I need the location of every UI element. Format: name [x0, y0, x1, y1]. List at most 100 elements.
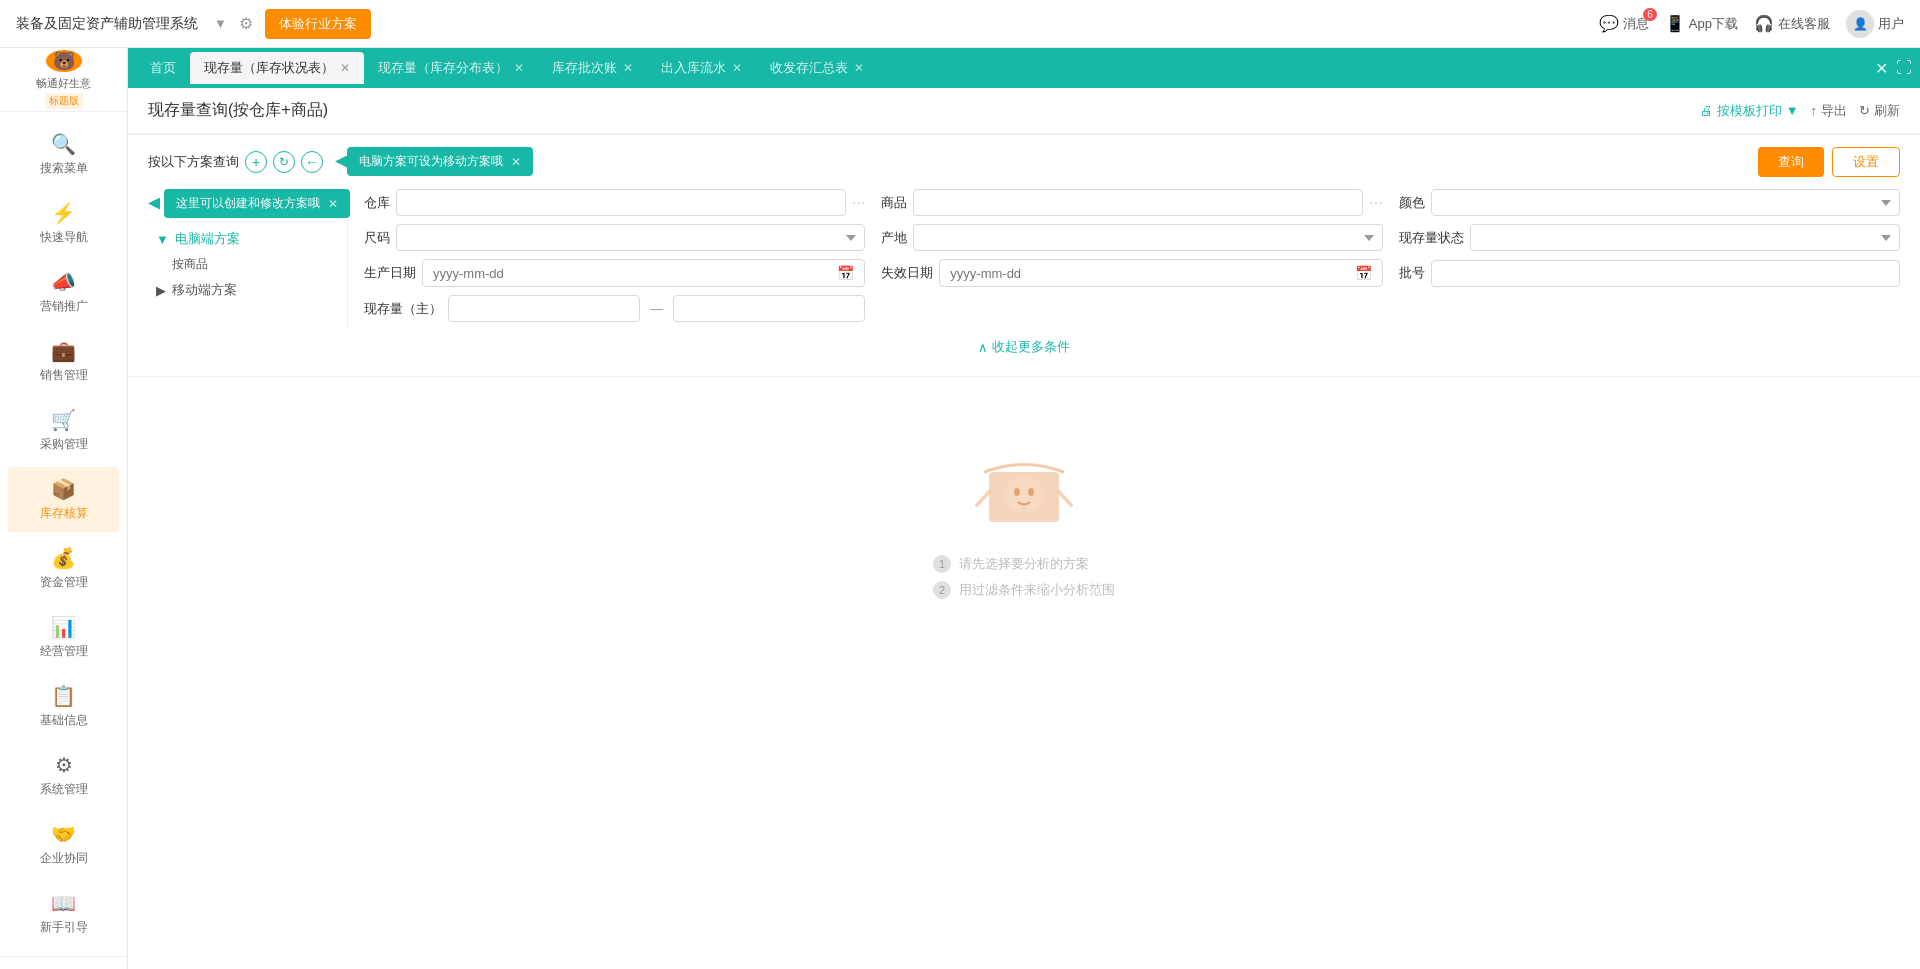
color-label: 颜色 — [1399, 194, 1425, 212]
expiry-date-calendar-icon[interactable]: 📅 — [1355, 265, 1372, 281]
sidebar-bottom: ⚙ ◀ — [0, 956, 127, 969]
tooltip2-box: 这里可以创建和修改方案哦 ✕ — [164, 189, 350, 218]
sidebar-item-guide[interactable]: 📖 新手引导 — [8, 881, 119, 946]
sidebar-item-system[interactable]: ⚙ 系统管理 — [8, 743, 119, 808]
tooltip1-box: 电脑方案可设为移动方案哦 ✕ — [347, 147, 533, 176]
guide-icon: 📖 — [51, 891, 76, 915]
tab-expand-btn[interactable]: ⛶ — [1896, 59, 1912, 77]
mobile-arrow: ▶ — [156, 283, 166, 298]
stock-status-select[interactable] — [1470, 224, 1900, 251]
sidebar-item-inventory[interactable]: 📦 库存核算 — [8, 467, 119, 532]
stock-main-from[interactable] — [448, 295, 640, 322]
logo-tag: 标题版 — [45, 93, 83, 109]
export-btn[interactable]: ↑ 导出 — [1811, 102, 1848, 120]
tab-stock-status[interactable]: 现存量（库存状况表） ✕ — [190, 52, 364, 84]
sidebar-item-operations[interactable]: 📊 经营管理 — [8, 605, 119, 670]
support-label: 在线客服 — [1778, 15, 1830, 33]
tab-close-icon[interactable]: ✕ — [732, 61, 742, 75]
prod-date-calendar-icon[interactable]: 📅 — [837, 265, 854, 281]
filter-color: 颜色 — [1399, 189, 1900, 216]
tab-label: 现存量（库存分布表） — [378, 59, 508, 77]
message-action[interactable]: 💬 消息 6 — [1599, 14, 1649, 33]
sidebar-item-sales[interactable]: 💼 销售管理 — [8, 329, 119, 394]
warehouse-dots[interactable]: ··· — [852, 194, 865, 212]
support-action[interactable]: 🎧 在线客服 — [1754, 14, 1830, 33]
print-btn[interactable]: 🖨 按模板打印 ▼ — [1700, 102, 1799, 120]
message-badge: 6 — [1643, 8, 1657, 21]
tab-batch[interactable]: 库存批次账 ✕ — [538, 52, 647, 84]
size-select[interactable] — [396, 224, 865, 251]
sidebar-item-purchase[interactable]: 🛒 采购管理 — [8, 398, 119, 463]
empty-illustration — [969, 437, 1079, 527]
goods-label: 商品 — [881, 194, 907, 212]
tab-label: 出入库流水 — [661, 59, 726, 77]
filter-origin: 产地 — [881, 224, 1382, 251]
origin-select[interactable] — [913, 224, 1382, 251]
tooltip1-close[interactable]: ✕ — [511, 155, 521, 169]
svg-point-1 — [1004, 477, 1044, 513]
tab-close-icon[interactable]: ✕ — [514, 61, 524, 75]
expiry-date-input[interactable] — [950, 266, 1350, 281]
filter-batch: 批号 — [1399, 259, 1900, 287]
color-select[interactable] — [1431, 189, 1900, 216]
scheme-desktop-item[interactable]: 按商品 — [164, 252, 339, 277]
tooltip2-arrow — [148, 198, 160, 210]
batch-input[interactable] — [1431, 260, 1900, 287]
settings-icon[interactable]: ⚙ — [239, 14, 253, 33]
marketing-icon: 📣 — [51, 270, 76, 294]
sidebar-item-marketing[interactable]: 📣 营销推广 — [8, 260, 119, 325]
tab-close-all-btn[interactable]: ✕ — [1875, 59, 1888, 78]
filter-stock-main: 现存量（主） — — [364, 295, 865, 322]
collapse-btn[interactable]: ∧ 收起更多条件 — [148, 330, 1900, 364]
system-title: 装备及固定资产辅助管理系统 — [16, 15, 198, 33]
batch-label: 批号 — [1399, 264, 1425, 282]
filter-label-section: 按以下方案查询 + ↻ ← — [148, 147, 323, 173]
user-action[interactable]: 👤 用户 — [1846, 10, 1904, 38]
stock-main-to[interactable] — [673, 295, 865, 322]
tab-home[interactable]: 首页 — [136, 52, 190, 84]
filter-warehouse: 仓库 ··· — [364, 189, 865, 216]
sidebar-item-nav[interactable]: ⚡ 快速导航 — [8, 191, 119, 256]
refresh-btn[interactable]: ↻ 刷新 — [1859, 102, 1900, 120]
sidebar-item-collab[interactable]: 🤝 企业协同 — [8, 812, 119, 877]
sidebar-item-search[interactable]: 🔍 搜索菜单 — [8, 122, 119, 187]
tab-stock-dist[interactable]: 现存量（库存分布表） ✕ — [364, 52, 538, 84]
sidebar-item-base[interactable]: 📋 基础信息 — [8, 674, 119, 739]
purchase-icon: 🛒 — [51, 408, 76, 432]
sidebar-nav: 🔍 搜索菜单 ⚡ 快速导航 📣 营销推广 💼 销售管理 🛒 采购管理 — [0, 112, 127, 956]
refresh-scheme-btn[interactable]: ↻ — [273, 151, 295, 173]
tab-close-icon[interactable]: ✕ — [340, 61, 350, 75]
size-label: 尺码 — [364, 229, 390, 247]
top-bar-right: 💬 消息 6 📱 App下载 🎧 在线客服 👤 用户 — [1599, 10, 1904, 38]
tab-summary[interactable]: 收发存汇总表 ✕ — [756, 52, 878, 84]
sidebar-item-finance[interactable]: 💰 资金管理 — [8, 536, 119, 601]
filter-expiry-date: 失效日期 📅 — [881, 259, 1382, 287]
tab-close-icon[interactable]: ✕ — [854, 61, 864, 75]
empty-steps: 1 请先选择要分析的方案 2 用过滤条件来缩小分析范围 — [933, 555, 1115, 599]
scheme-mobile[interactable]: ▶ 移动端方案 — [148, 277, 339, 303]
scheme-desktop[interactable]: ▼ 电脑端方案 — [148, 226, 339, 252]
empty-svg — [969, 437, 1079, 527]
page-header: 现存量查询(按仓库+商品) 🖨 按模板打印 ▼ ↑ 导出 — [128, 88, 1920, 134]
tooltip1-container: 电脑方案可设为移动方案哦 ✕ — [335, 147, 533, 176]
goods-input[interactable] — [913, 189, 1363, 216]
add-scheme-btn[interactable]: + — [245, 151, 267, 173]
prod-date-label: 生产日期 — [364, 264, 416, 282]
reset-button[interactable]: 设置 — [1832, 147, 1900, 177]
tab-close-icon[interactable]: ✕ — [623, 61, 633, 75]
empty-step-2: 2 用过滤条件来缩小分析范围 — [933, 581, 1115, 599]
tooltip2-close[interactable]: ✕ — [328, 197, 338, 211]
app-download-action[interactable]: 📱 App下载 — [1665, 14, 1738, 33]
search-icon: 🔍 — [51, 132, 76, 156]
sidebar-item-label: 快速导航 — [40, 229, 88, 246]
trial-button[interactable]: 体验行业方案 — [265, 9, 371, 39]
goods-dots[interactable]: ··· — [1369, 194, 1382, 212]
tab-flow[interactable]: 出入库流水 ✕ — [647, 52, 756, 84]
search-button[interactable]: 查询 — [1758, 147, 1824, 177]
tooltip2-container: 这里可以创建和修改方案哦 ✕ — [148, 189, 339, 218]
back-scheme-btn[interactable]: ← — [301, 151, 323, 173]
prod-date-input[interactable] — [433, 266, 833, 281]
filter-row3: 生产日期 📅 失效日期 — [364, 259, 1900, 287]
warehouse-input[interactable] — [396, 189, 846, 216]
step-num-2: 2 — [933, 581, 951, 599]
